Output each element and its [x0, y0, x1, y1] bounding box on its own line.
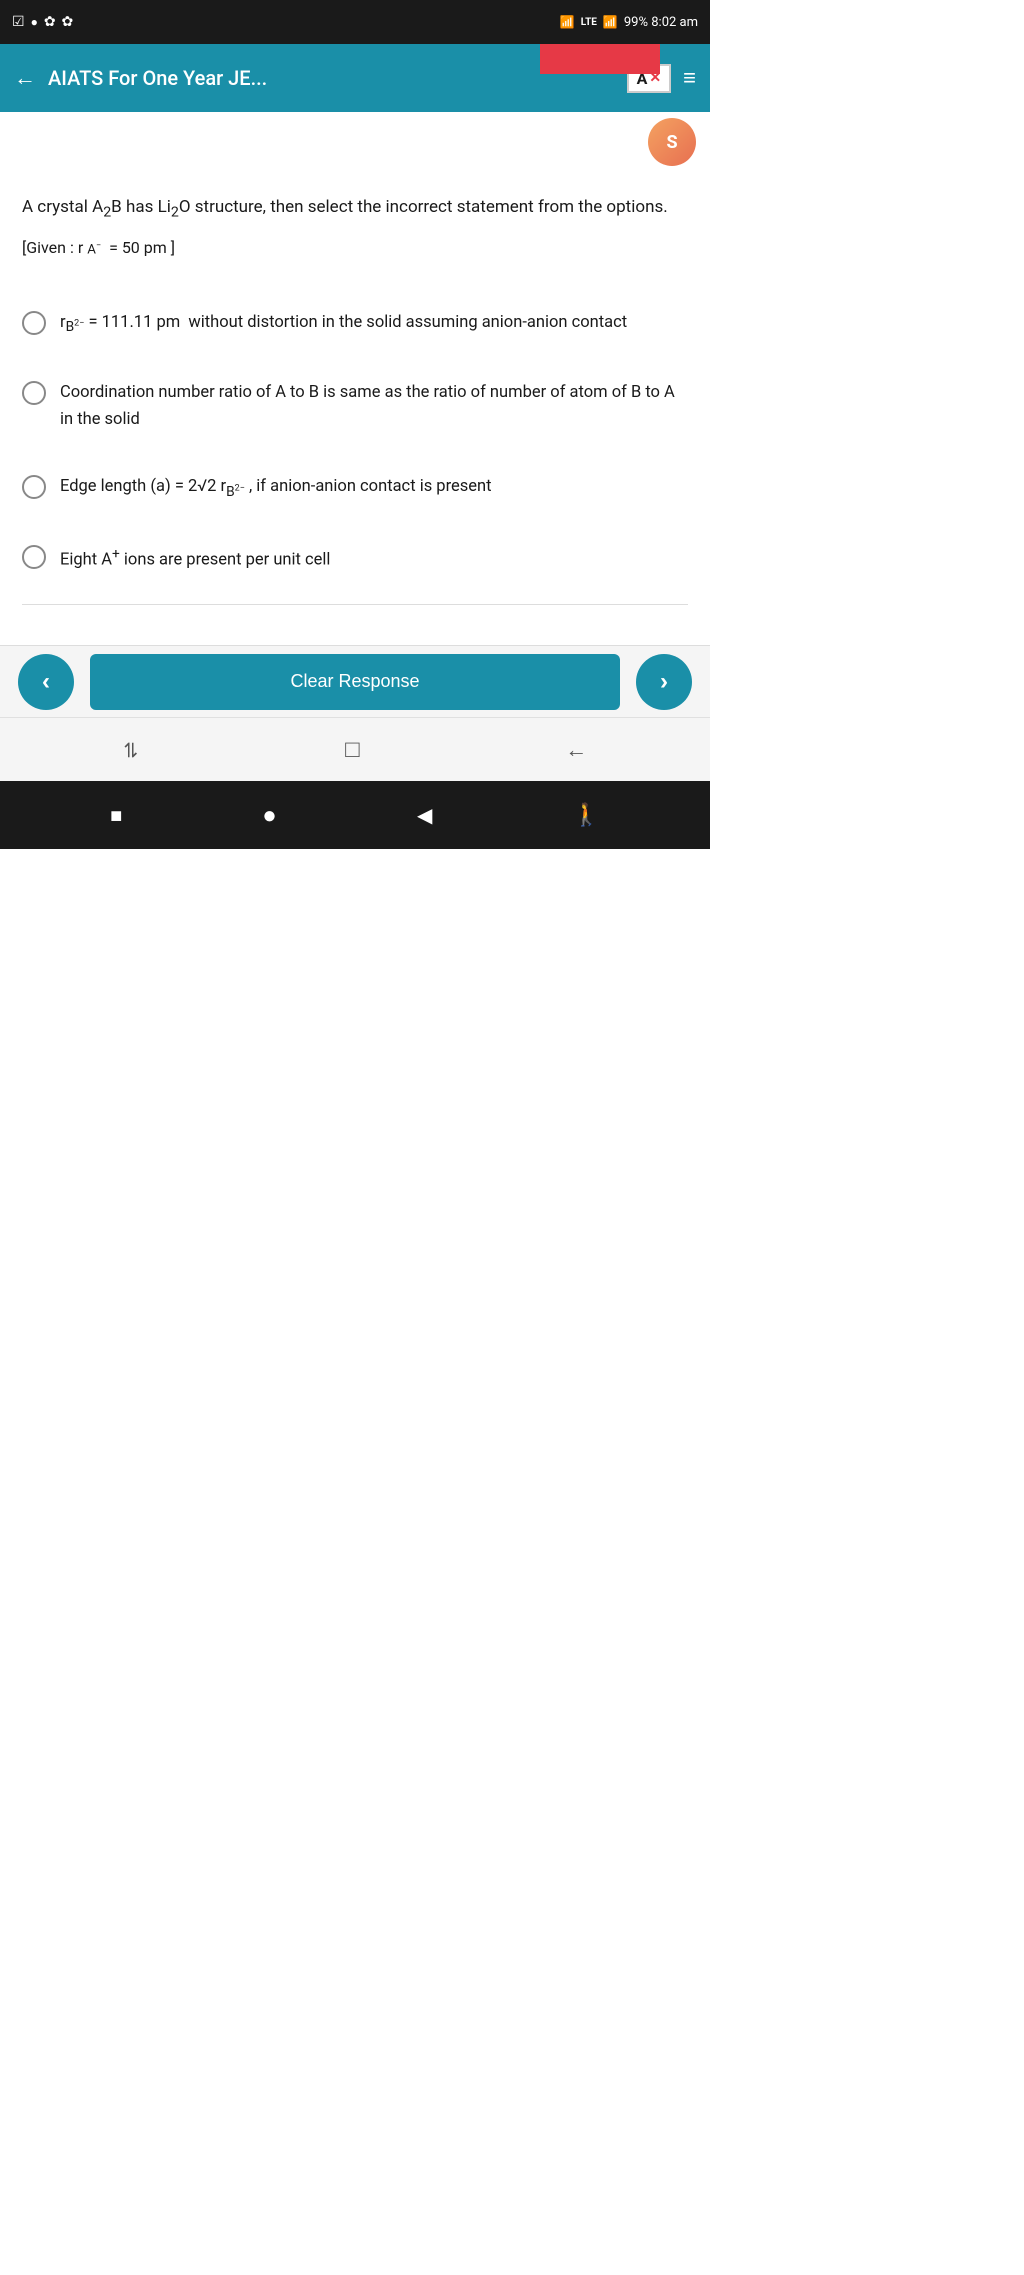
avatar: S	[648, 118, 696, 166]
header-title: AIATS For One Year JE...	[48, 66, 615, 90]
prev-button[interactable]: ‹	[18, 654, 74, 710]
status-icon-3: ✿	[44, 14, 56, 30]
signal-icon: 📶	[560, 15, 575, 29]
prev-icon: ‹	[42, 668, 50, 696]
option-1[interactable]: rB2− = 111.11 pm without distortion in t…	[22, 289, 688, 359]
accessibility-icon[interactable]: 🚶	[572, 803, 599, 828]
option-2[interactable]: Coordination number ratio of A to B is s…	[22, 359, 688, 453]
android-home-bar: ■ ● ◀ 🚶	[0, 781, 710, 849]
status-bar: ☑ ● ✿ ✿ 📶 LTE 📶 99% 8:02 am	[0, 0, 710, 44]
status-left-icons: ☑ ● ✿ ✿	[12, 14, 73, 30]
options-container: rB2− = 111.11 pm without distortion in t…	[22, 289, 688, 594]
section-divider	[22, 604, 688, 605]
given-label: [Given : r	[22, 238, 83, 257]
option-3[interactable]: Edge length (a) = 2√2 rB2− , if anion-an…	[22, 453, 688, 523]
given-subscript: A−	[87, 241, 101, 257]
option-1-radio[interactable]	[22, 311, 46, 335]
status-icon-1: ☑	[12, 14, 25, 30]
header-red-block	[540, 44, 660, 74]
triangle-icon[interactable]: ◀	[417, 803, 432, 827]
question-text: A crystal A2B has Li2O structure, then s…	[22, 194, 688, 224]
given-value: = 50 pm ]	[105, 238, 175, 257]
battery-percent: 99% 8:02 am	[624, 15, 698, 30]
lte-icon: LTE	[581, 17, 597, 28]
option-4-radio[interactable]	[22, 545, 46, 569]
given-info: [Given : rA− = 50 pm ]	[22, 238, 688, 257]
back-icon[interactable]: ←	[565, 737, 587, 763]
square-icon[interactable]: ■	[110, 803, 122, 828]
next-button[interactable]: ›	[636, 654, 692, 710]
profile-area: S	[0, 112, 710, 166]
option-3-text: Edge length (a) = 2√2 rB2− , if anion-an…	[60, 473, 688, 503]
avatar-initial: S	[666, 132, 677, 153]
main-content: A crystal A2B has Li2O structure, then s…	[0, 166, 710, 605]
option-4[interactable]: Eight A+ ions are present per unit cell	[22, 523, 688, 594]
option-1-text: rB2− = 111.11 pm without distortion in t…	[60, 309, 688, 339]
option-3-radio[interactable]	[22, 475, 46, 499]
bottom-nav-bar: ‹ Clear Response ›	[0, 645, 710, 717]
back-button[interactable]: ←	[14, 65, 36, 91]
option-2-radio[interactable]	[22, 381, 46, 405]
status-icon-4: ✿	[62, 14, 74, 30]
wifi-icon: 📶	[603, 15, 618, 29]
next-icon: ›	[660, 668, 668, 696]
menu-icon[interactable]: ≡	[683, 65, 696, 91]
status-icon-2: ●	[31, 15, 38, 29]
recent-apps-icon[interactable]: ⇌	[119, 741, 143, 758]
circle-icon[interactable]: ●	[262, 801, 277, 830]
android-nav-bar: ⇌ □ ←	[0, 717, 710, 781]
option-2-text: Coordination number ratio of A to B is s…	[60, 379, 688, 433]
clear-response-button[interactable]: Clear Response	[90, 654, 620, 710]
home-icon[interactable]: □	[345, 735, 360, 764]
status-right: 📶 LTE 📶 99% 8:02 am	[560, 15, 698, 30]
app-header: ← AIATS For One Year JE... A ✕ ≡	[0, 44, 710, 112]
option-4-text: Eight A+ ions are present per unit cell	[60, 543, 688, 574]
